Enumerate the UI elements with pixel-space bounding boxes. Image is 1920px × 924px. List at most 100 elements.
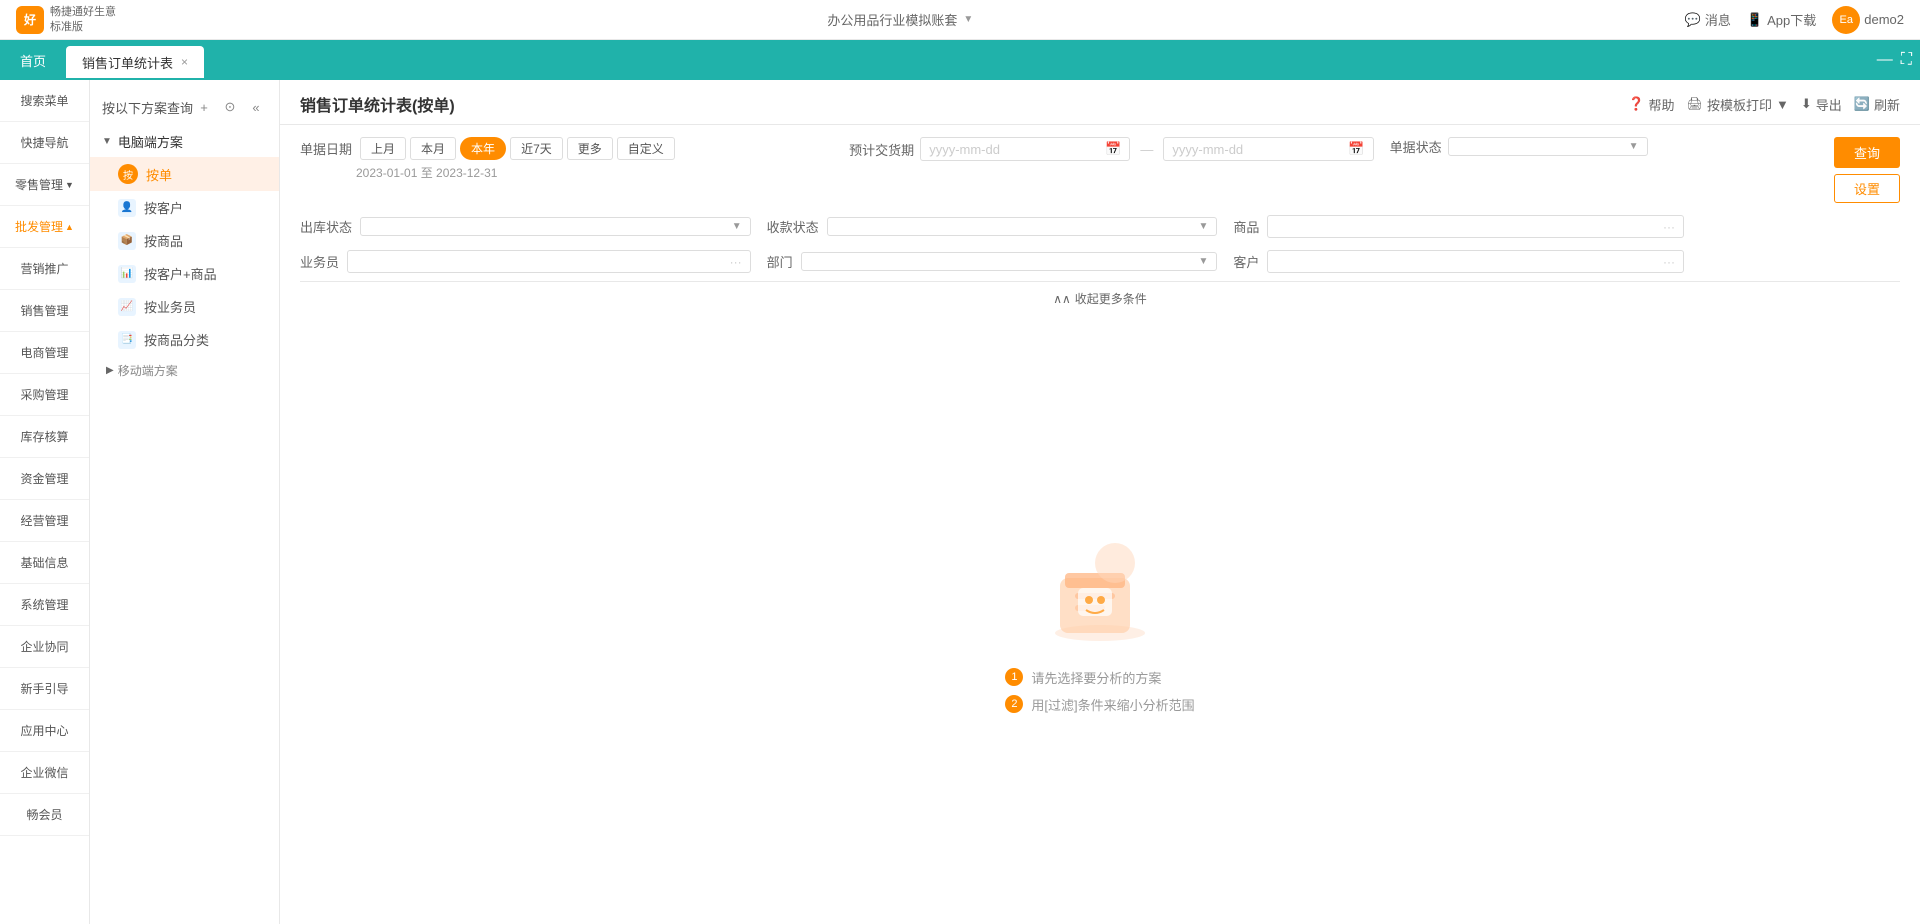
- template-print-btn[interactable]: 🖨 按模板打印 ▼: [1686, 95, 1788, 114]
- sidebar-item-operations[interactable]: 经营管理: [0, 500, 89, 542]
- empty-svg-icon: [1040, 538, 1160, 648]
- sidebar-item-apps[interactable]: 应用中心: [0, 710, 89, 752]
- avatar: Ea: [1832, 6, 1860, 34]
- scheme-group-header-desktop[interactable]: ▼ 电脑端方案: [90, 126, 279, 157]
- empty-illustration: [1040, 538, 1160, 648]
- add-scheme-btn[interactable]: +: [193, 96, 215, 118]
- expected-date-group: 预计交货期 📅 — 📅: [849, 137, 1373, 161]
- help-btn[interactable]: ❓ 帮助: [1628, 95, 1674, 114]
- sidebar-item-retail[interactable]: 零售管理 ▼: [0, 164, 89, 206]
- salesperson-more-btn[interactable]: ···: [730, 255, 742, 269]
- expected-date-start[interactable]: 📅: [920, 137, 1130, 161]
- scheme-item-by-customer-goods[interactable]: 📊 按客户+商品: [90, 257, 279, 290]
- chevron-down-icon: ▼: [732, 221, 742, 232]
- sidebar-item-search[interactable]: 搜索菜单: [0, 80, 89, 122]
- logo-text: 畅捷通好生意 标准版: [50, 5, 116, 34]
- collapse-more-btn[interactable]: ∧∧ 收起更多条件: [1053, 290, 1147, 307]
- date-btn-7days[interactable]: 近7天: [510, 137, 563, 160]
- sidebar-item-collab[interactable]: 企业协同: [0, 626, 89, 668]
- sidebar-item-ecommerce[interactable]: 电商管理: [0, 332, 89, 374]
- date-btn-group: 上月 本月 本年 近7天 更多 自定义: [360, 137, 675, 160]
- sidebar-item-wholesale[interactable]: 批发管理 ▲: [0, 206, 89, 248]
- salesperson-input-wrap[interactable]: ···: [347, 250, 751, 273]
- scheme-item-by-salesperson[interactable]: 📈 按业务员: [90, 290, 279, 323]
- scheme-icon-cat: 📑: [118, 331, 136, 349]
- customer-input[interactable]: [1276, 254, 1663, 269]
- date-btn-last-month[interactable]: 上月: [360, 137, 406, 160]
- scheme-item-by-goods[interactable]: 📦 按商品: [90, 224, 279, 257]
- sidebar-item-basic[interactable]: 基础信息: [0, 542, 89, 584]
- scheme-item-by-order[interactable]: 按 按单: [90, 157, 279, 191]
- tab-home[interactable]: 首页: [0, 40, 66, 80]
- empty-state: 1 请先选择要分析的方案 2 用[过滤]条件来缩小分析范围: [280, 327, 1920, 924]
- tab-bar-actions: — ⛶: [1877, 52, 1920, 68]
- scheme-icon-box: 👤: [118, 199, 136, 217]
- tab-close-btn[interactable]: ×: [181, 55, 188, 69]
- scheme-group-mobile[interactable]: ▶ 移动端方案: [90, 356, 279, 385]
- sidebar-item-marketing[interactable]: 营销推广: [0, 248, 89, 290]
- customer-more-btn[interactable]: ···: [1663, 255, 1675, 269]
- scheme-item-by-customer[interactable]: 👤 按客户: [90, 191, 279, 224]
- scheme-item-by-goods-cat[interactable]: 📑 按商品分类: [90, 323, 279, 356]
- right-panel: 销售订单统计表(按单) ❓ 帮助 🖨 按模板打印 ▼ ⬇: [280, 80, 1920, 924]
- date-btn-more[interactable]: 更多: [567, 137, 613, 160]
- sidebar-label: 零售管理: [15, 176, 63, 193]
- empty-tips: 1 请先选择要分析的方案 2 用[过滤]条件来缩小分析范围: [1005, 668, 1194, 714]
- query-btn[interactable]: 查询: [1834, 137, 1900, 168]
- sidebar-item-wechat[interactable]: 企业微信: [0, 752, 89, 794]
- expected-date-start-input[interactable]: [929, 142, 1105, 157]
- sidebar-item-sales[interactable]: 销售管理: [0, 290, 89, 332]
- status-select[interactable]: ▼: [1448, 137, 1648, 156]
- dept-label: 部门: [767, 252, 793, 271]
- filter-area: 单据日期 上月 本月 本年 近7天 更多 自定义 2023-01-0: [280, 125, 1920, 327]
- customer-input-wrap[interactable]: ···: [1267, 250, 1684, 273]
- messages-btn[interactable]: 💬 消息: [1685, 10, 1731, 29]
- refresh-btn[interactable]: 🔄 刷新: [1854, 95, 1900, 114]
- payment-select[interactable]: ▼: [827, 217, 1218, 236]
- print-icon: 🖨: [1686, 96, 1703, 112]
- content-area: 按以下方案查询 + ⊙ « ▼ 电脑端方案 按 按单 👤 按客: [90, 80, 1920, 924]
- scheme-icon-cg: 📊: [118, 265, 136, 283]
- goods-input[interactable]: [1276, 219, 1663, 234]
- collapse-bar: ∧∧ 收起更多条件: [300, 281, 1900, 315]
- customer-label: 客户: [1233, 252, 1259, 271]
- sidebar-item-member[interactable]: 畅会员: [0, 794, 89, 836]
- sidebar-item-finance[interactable]: 资金管理: [0, 458, 89, 500]
- filter-row2: 出库状态 ▼ 收款状态 ▼ 商品: [300, 215, 1900, 238]
- date-btn-custom[interactable]: 自定义: [617, 137, 675, 160]
- message-icon: 💬: [1685, 12, 1701, 28]
- sidebar-item-inventory[interactable]: 库存核算: [0, 416, 89, 458]
- settings-btn[interactable]: 设置: [1834, 174, 1900, 203]
- query-btn-area: 查询 设置: [1822, 137, 1900, 203]
- page-header: 销售订单统计表(按单) ❓ 帮助 🖨 按模板打印 ▼ ⬇: [280, 80, 1920, 125]
- goods-more-btn[interactable]: ···: [1663, 220, 1675, 234]
- salesperson-input[interactable]: [356, 254, 730, 269]
- status-label: 单据状态: [1390, 137, 1442, 156]
- dept-select[interactable]: ▼: [801, 252, 1218, 271]
- window-minimize-btn[interactable]: —: [1877, 52, 1893, 68]
- sidebar-item-guide[interactable]: 新手引导: [0, 668, 89, 710]
- left-panel-icons: + ⊙ «: [193, 96, 267, 118]
- collapse-panel-btn[interactable]: «: [245, 96, 267, 118]
- tab-bar: 首页 销售订单统计表 × — ⛶: [0, 40, 1920, 80]
- dropdown-arrow-icon[interactable]: ▼: [963, 14, 973, 25]
- sidebar-item-shortcut[interactable]: 快捷导航: [0, 122, 89, 164]
- app-download-btn[interactable]: 📱 App下载: [1747, 10, 1816, 29]
- sidebar-item-system[interactable]: 系统管理: [0, 584, 89, 626]
- user-area[interactable]: Ea demo2: [1832, 6, 1904, 34]
- sidebar-item-purchase[interactable]: 采购管理: [0, 374, 89, 416]
- outbound-select[interactable]: ▼: [360, 217, 751, 236]
- expected-date-end[interactable]: 📅: [1163, 137, 1373, 161]
- main-layout: 搜索菜单 快捷导航 零售管理 ▼ 批发管理 ▲ 营销推广 销售管理 电商管理 采…: [0, 80, 1920, 924]
- expected-date-end-input[interactable]: [1172, 142, 1348, 157]
- tab-active[interactable]: 销售订单统计表 ×: [66, 46, 204, 78]
- top-bar: 好 畅捷通好生意 标准版 办公用品行业模拟账套 ▼ 💬 消息 📱 App下载 E…: [0, 0, 1920, 40]
- export-btn[interactable]: ⬇ 导出: [1801, 95, 1842, 114]
- date-btn-this-month[interactable]: 本月: [410, 137, 456, 160]
- settings-scheme-btn[interactable]: ⊙: [219, 96, 241, 118]
- window-maximize-btn[interactable]: ⛶: [1901, 52, 1912, 68]
- date-btn-this-year[interactable]: 本年: [460, 137, 506, 160]
- chevron-down-icon: ▼: [1198, 256, 1208, 267]
- customer-filter: 客户 ···: [1233, 250, 1684, 273]
- goods-input-wrap[interactable]: ···: [1267, 215, 1684, 238]
